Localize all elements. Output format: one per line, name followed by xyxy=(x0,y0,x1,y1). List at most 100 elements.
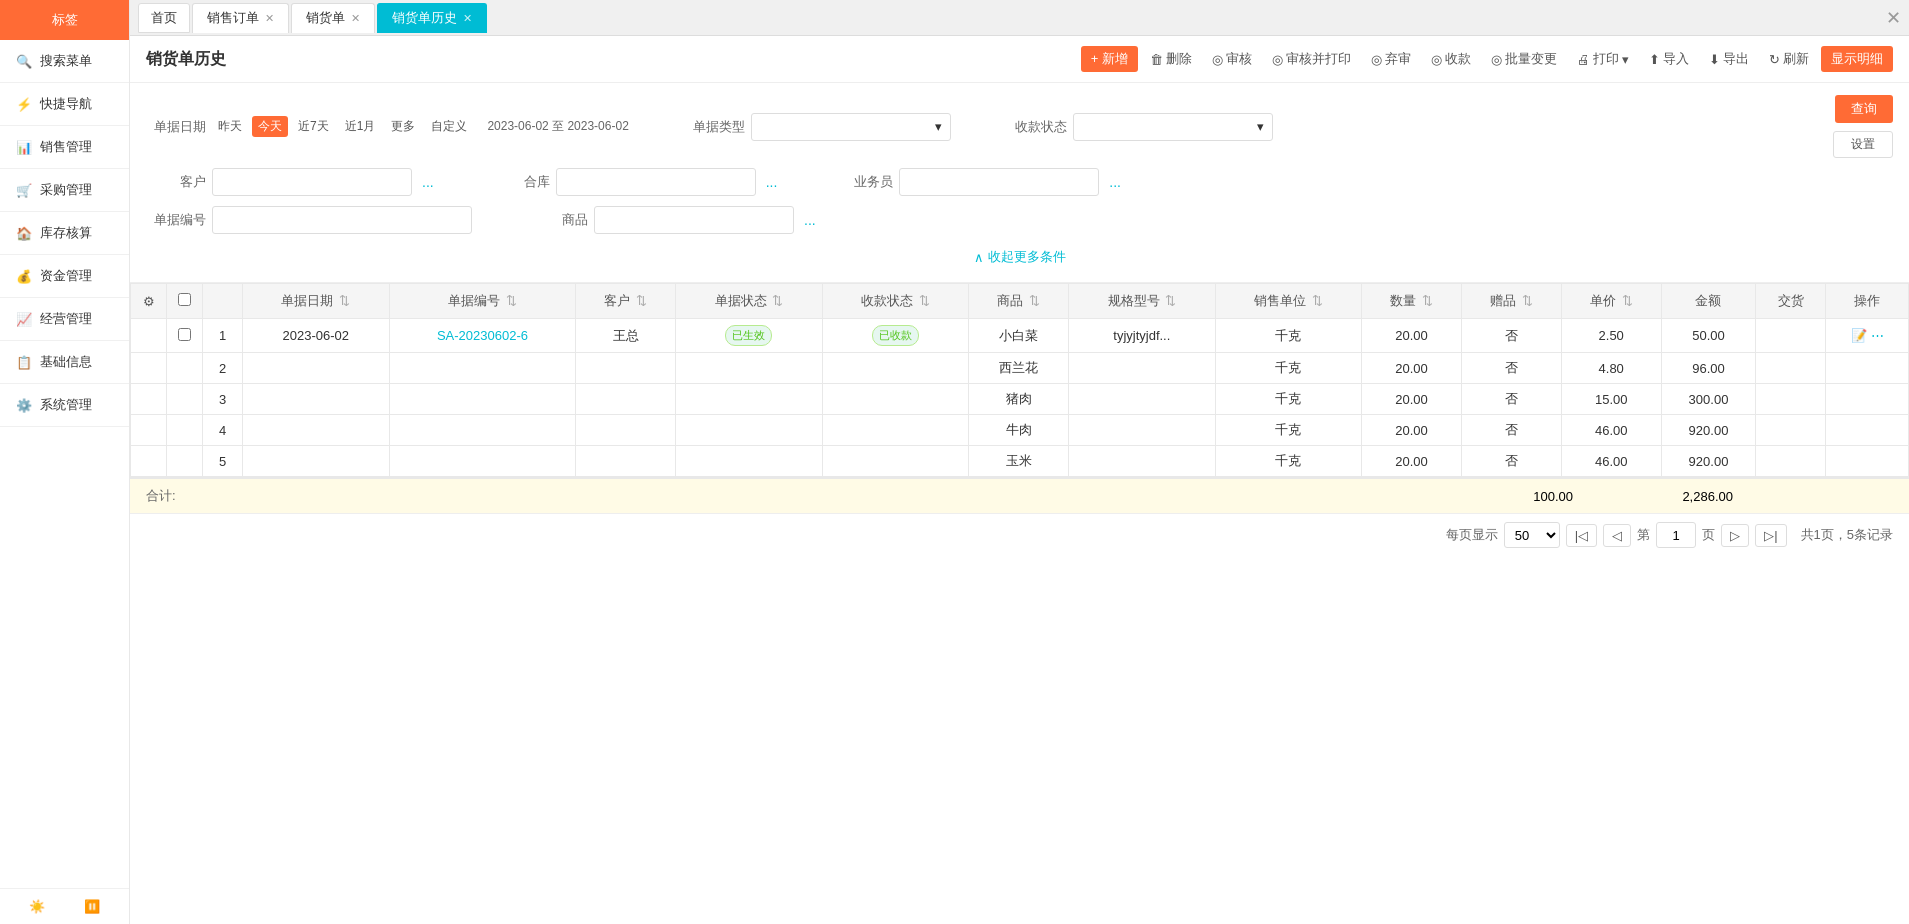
settings-button[interactable]: 设置 xyxy=(1833,131,1893,158)
toolbar: + 新增 🗑 删除 ◎ 审核 ◎ 审核并打印 ◎ 弃审 xyxy=(1081,46,1893,72)
more-conditions-toggle[interactable]: ∧ 收起更多条件 xyxy=(146,244,1893,270)
print-button[interactable]: 🖨 打印 ▾ xyxy=(1569,46,1637,72)
per-page-label: 每页显示 xyxy=(1446,526,1498,544)
cell-action xyxy=(1826,415,1909,446)
col-payment-status[interactable]: 收款状态 ⇅ xyxy=(822,284,969,319)
row-checkbox[interactable] xyxy=(178,328,191,341)
cell-settings xyxy=(131,446,167,477)
select-all-checkbox[interactable] xyxy=(178,293,191,306)
page-number-input[interactable] xyxy=(1656,522,1696,548)
sidebar-item-inventory[interactable]: 🏠 库存核算 xyxy=(0,212,129,255)
sidebar-item-finance[interactable]: 💰 资金管理 xyxy=(0,255,129,298)
filter-staff: 业务员 ... xyxy=(833,168,1121,196)
tab-sales-order[interactable]: 销售订单 ✕ xyxy=(192,3,289,33)
sidebar-item-sales[interactable]: 📊 销售管理 xyxy=(0,126,129,169)
sidebar-item-operations[interactable]: 📈 经营管理 xyxy=(0,298,129,341)
date-btn-7days[interactable]: 近7天 xyxy=(292,116,335,137)
next-page-button[interactable]: ▷ xyxy=(1721,524,1749,547)
sidebar-item-search-menu[interactable]: 🔍 搜索菜单 xyxy=(0,40,129,83)
col-gift[interactable]: 赠品 ⇅ xyxy=(1461,284,1561,319)
delete-button[interactable]: 🗑 删除 xyxy=(1142,46,1200,72)
customer-input[interactable] xyxy=(212,168,412,196)
collapse-icon: ∧ xyxy=(974,250,984,265)
col-doc-date[interactable]: 单据日期 ⇅ xyxy=(243,284,390,319)
query-button[interactable]: 查询 xyxy=(1835,95,1893,123)
tab-close-icon[interactable]: ✕ xyxy=(265,12,274,25)
review-button[interactable]: ◎ 审核 xyxy=(1204,46,1260,72)
cell-action: 📝⋯ xyxy=(1826,319,1909,353)
goods-ellipsis[interactable]: ... xyxy=(804,212,816,228)
first-page-button[interactable]: |◁ xyxy=(1566,524,1597,547)
tab-home[interactable]: 首页 xyxy=(138,3,190,33)
new-button[interactable]: + 新增 xyxy=(1081,46,1138,72)
col-settings[interactable]: ⚙ xyxy=(131,284,167,319)
import-icon: ⬆ xyxy=(1649,52,1660,67)
tab-close-icon[interactable]: ✕ xyxy=(463,12,472,25)
col-qty[interactable]: 数量 ⇅ xyxy=(1362,284,1462,319)
cell-settings xyxy=(131,319,167,353)
doc-no-input[interactable] xyxy=(212,206,472,234)
date-btn-yesterday[interactable]: 昨天 xyxy=(212,116,248,137)
tab-close-icon[interactable]: ✕ xyxy=(351,12,360,25)
batch-change-button[interactable]: ◎ 批量变更 xyxy=(1483,46,1565,72)
col-doc-no[interactable]: 单据编号 ⇅ xyxy=(389,284,576,319)
new-button-label: + 新增 xyxy=(1091,50,1128,68)
col-sales-unit[interactable]: 销售单位 ⇅ xyxy=(1215,284,1362,319)
table-row: 5 玉米 千克 20.00 否 46.00 920.00 xyxy=(131,446,1909,477)
export-icon: ⬇ xyxy=(1709,52,1720,67)
prev-page-button[interactable]: ◁ xyxy=(1603,524,1631,547)
sidebar-item-basic-info[interactable]: 📋 基础信息 xyxy=(0,341,129,384)
tab-sales-history[interactable]: 销货单历史 ✕ xyxy=(377,3,487,33)
staff-ellipsis[interactable]: ... xyxy=(1109,174,1121,190)
close-all-tabs-button[interactable]: ✕ xyxy=(1886,7,1901,29)
col-goods[interactable]: 商品 ⇅ xyxy=(969,284,1069,319)
page-of-label: 页 xyxy=(1702,526,1715,544)
pause-icon[interactable]: ⏸️ xyxy=(84,899,100,914)
cell-doc-no: SA-20230602-6 xyxy=(389,319,576,353)
edit-action[interactable]: 📝 xyxy=(1851,328,1867,343)
collect-button-label: 收款 xyxy=(1445,50,1471,68)
sidebar-item-system[interactable]: ⚙️ 系统管理 xyxy=(0,384,129,427)
export-button[interactable]: ⬇ 导出 xyxy=(1701,46,1757,72)
warehouse-ellipsis[interactable]: ... xyxy=(766,174,778,190)
sidebar-item-purchase[interactable]: 🛒 采购管理 xyxy=(0,169,129,212)
refresh-button[interactable]: ↻ 刷新 xyxy=(1761,46,1817,72)
date-btn-more[interactable]: 更多 xyxy=(385,116,421,137)
date-btn-1month[interactable]: 近1月 xyxy=(339,116,382,137)
more-action[interactable]: ⋯ xyxy=(1871,328,1884,343)
last-page-button[interactable]: ▷| xyxy=(1755,524,1786,547)
abandon-button[interactable]: ◎ 弃审 xyxy=(1363,46,1419,72)
cell-payment-status xyxy=(822,384,969,415)
doc-no-link[interactable]: SA-20230602-6 xyxy=(437,328,528,343)
theme-icon[interactable]: ☀️ xyxy=(29,899,45,914)
collect-button[interactable]: ◎ 收款 xyxy=(1423,46,1479,72)
cell-goods: 牛肉 xyxy=(969,415,1069,446)
customer-ellipsis[interactable]: ... xyxy=(422,174,434,190)
date-btn-custom[interactable]: 自定义 xyxy=(425,116,473,137)
cell-goods: 猪肉 xyxy=(969,384,1069,415)
col-unit-price[interactable]: 单价 ⇅ xyxy=(1561,284,1661,319)
col-spec-type[interactable]: 规格型号 ⇅ xyxy=(1069,284,1216,319)
cell-sales-unit: 千克 xyxy=(1215,384,1362,415)
cell-sales-unit: 千克 xyxy=(1215,319,1362,353)
table-container: ⚙ 单据日期 ⇅ 单据编号 ⇅ 客户 ⇅ 单据状态 ⇅ 收款状态 ⇅ 商品 ⇅ … xyxy=(130,283,1909,477)
staff-input[interactable] xyxy=(899,168,1099,196)
tab-sales-delivery-label: 销货单 xyxy=(306,9,345,27)
cell-settings xyxy=(131,353,167,384)
customer-label: 客户 xyxy=(146,173,206,191)
col-doc-status[interactable]: 单据状态 ⇅ xyxy=(676,284,823,319)
per-page-select[interactable]: 50 100 200 xyxy=(1504,522,1560,548)
tab-sales-delivery[interactable]: 销货单 ✕ xyxy=(291,3,375,33)
col-amount: 金额 xyxy=(1661,284,1756,319)
sidebar-item-quick-nav[interactable]: ⚡ 快捷导航 xyxy=(0,83,129,126)
doc-type-select[interactable]: ▾ xyxy=(751,113,951,141)
goods-input[interactable] xyxy=(594,206,794,234)
show-detail-button[interactable]: 显示明细 xyxy=(1821,46,1893,72)
filter-customer: 客户 ... xyxy=(146,168,434,196)
import-button[interactable]: ⬆ 导入 xyxy=(1641,46,1697,72)
warehouse-input[interactable] xyxy=(556,168,756,196)
col-customer[interactable]: 客户 ⇅ xyxy=(576,284,676,319)
review-print-button[interactable]: ◎ 审核并打印 xyxy=(1264,46,1359,72)
payment-status-select[interactable]: ▾ xyxy=(1073,113,1273,141)
date-btn-today[interactable]: 今天 xyxy=(252,116,288,137)
